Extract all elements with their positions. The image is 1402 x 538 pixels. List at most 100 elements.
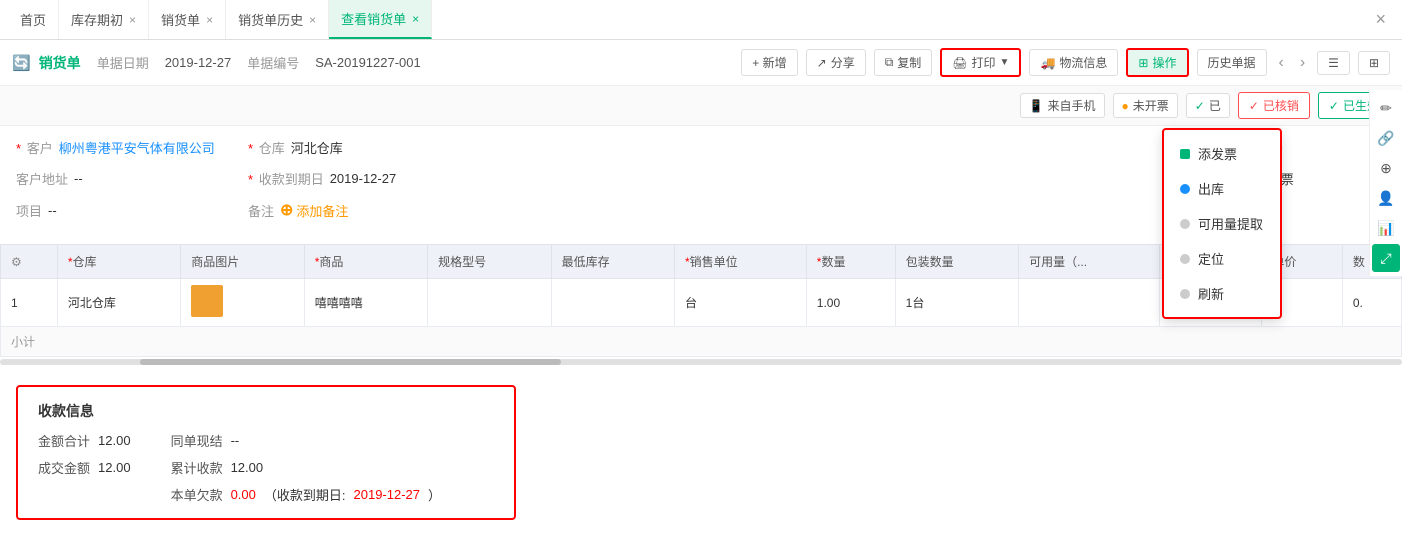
col-available: 可用量（... — [1019, 245, 1160, 279]
due-date: 2019-12-27 — [354, 487, 421, 502]
right-tool-link[interactable]: 🔗 — [1372, 124, 1400, 152]
dropdown-item-available[interactable]: 可用量提取 — [1164, 206, 1280, 241]
from-phone-button[interactable]: 📱 来自手机 — [1020, 93, 1105, 118]
not-opened-button[interactable]: ● 未开票 — [1113, 93, 1178, 118]
payment-box: 收款信息 金额合计 12.00 成交金额 12.00 — [16, 385, 516, 520]
remark-field: 备注 ⊕ 添加备注 — [248, 200, 448, 220]
payment-rows: 金额合计 12.00 成交金额 12.00 同单现结 -- — [38, 431, 494, 504]
dropdown-item-refresh[interactable]: 刷新 — [1164, 276, 1280, 311]
settings-icon[interactable]: ⚙ — [11, 255, 22, 269]
customer-field: * 客户 柳州粤港平安气体有限公司 — [16, 138, 216, 157]
subtotal-label: 小计 — [1, 327, 1402, 357]
cumulative-value: 12.00 — [231, 460, 264, 475]
date-value: 2019-12-27 — [165, 55, 232, 70]
invoice-dot — [1180, 149, 1190, 159]
doc-actions: + 新增 ↗ 分享 ⧉ 复制 🖨 打印 ▼ 🚚 物流信息 — [741, 48, 1390, 77]
row-index: 1 — [1, 279, 58, 327]
logistics-button[interactable]: 🚚 物流信息 — [1029, 49, 1118, 76]
app-container: 首页 库存期初 × 销货单 × 销货单历史 × 查看销货单 × × 🔄 销货单 — [0, 0, 1402, 538]
nav-next[interactable]: › — [1296, 54, 1309, 72]
row-image — [181, 279, 304, 327]
qr-icon: ⊕ — [1380, 160, 1392, 177]
row-warehouse: 河北仓库 — [57, 279, 180, 327]
check-done-button[interactable]: ✓ 已 — [1186, 93, 1230, 118]
logistics-icon: 🚚 — [1040, 56, 1055, 70]
payment-title: 收款信息 — [38, 401, 494, 421]
col-quantity: *数量 — [806, 245, 895, 279]
nav-prev[interactable]: ‹ — [1275, 54, 1288, 72]
operations-button[interactable]: ⊞ 操作 — [1126, 48, 1188, 77]
effective-icon: ✓ — [1329, 99, 1339, 113]
available-dot — [1180, 219, 1190, 229]
list-icon: ☰ — [1328, 56, 1339, 70]
history-button[interactable]: 历史单据 — [1197, 49, 1267, 76]
due-date-value: 2019-12-27 — [330, 171, 397, 186]
scrollbar-thumb[interactable] — [140, 359, 561, 365]
copy-button[interactable]: ⧉ 复制 — [874, 49, 933, 76]
print-button[interactable]: 🖨 打印 ▼ — [940, 48, 1021, 77]
tab-sales-history[interactable]: 销货单历史 × — [226, 0, 329, 39]
add-button[interactable]: + 新增 — [741, 49, 797, 76]
due-note-end: ） — [428, 485, 441, 504]
tab-close-inventory[interactable]: × — [129, 13, 136, 27]
subtotal-row: 小计 — [1, 327, 1402, 357]
check-icon: ✓ — [1195, 99, 1205, 113]
view-list-button[interactable]: ☰ — [1317, 51, 1350, 75]
warehouse-field: * 仓库 河北仓库 — [248, 138, 448, 157]
tab-inventory-init[interactable]: 库存期初 × — [59, 0, 149, 39]
horizontal-scrollbar[interactable] — [0, 359, 1402, 365]
share-button[interactable]: ↗ 分享 — [806, 49, 866, 76]
row-unit: 台 — [675, 279, 807, 327]
data-icon: 📊 — [1377, 220, 1394, 237]
dropdown-item-locate[interactable]: 定位 — [1164, 241, 1280, 276]
right-tool-data[interactable]: 📊 — [1372, 214, 1400, 242]
project-value: -- — [48, 203, 57, 218]
user-icon: 👤 — [1377, 190, 1394, 207]
col-spec: 规格型号 — [428, 245, 551, 279]
ops-icon: ⊞ — [1138, 56, 1148, 70]
add-icon: ⊕ — [280, 200, 293, 220]
payment-col-left: 金额合计 12.00 成交金额 12.00 — [38, 431, 131, 504]
right-tool-edit[interactable]: ✏ — [1372, 94, 1400, 122]
operations-dropdown: 添发票 出库 可用量提取 定位 刷新 — [1162, 128, 1282, 319]
payment-col-right: 同单现结 -- 累计收款 12.00 本单欠款 0.00 （收款到期日: 201… — [171, 431, 441, 504]
date-label: 单据日期 — [97, 53, 149, 72]
tab-close-sales[interactable]: × — [206, 13, 213, 27]
app-close-button[interactable]: × — [1367, 9, 1394, 30]
cancel-icon: ✓ — [1249, 99, 1259, 113]
col-product: *商品 — [304, 245, 427, 279]
right-tool-expand[interactable]: ⤢ — [1372, 244, 1400, 272]
link-icon: 🔗 — [1377, 130, 1394, 147]
tab-bar: 首页 库存期初 × 销货单 × 销货单历史 × 查看销货单 × × — [0, 0, 1402, 40]
row-available — [1019, 279, 1160, 327]
add-remark-button[interactable]: ⊕ 添加备注 — [280, 200, 348, 220]
col-pack-qty: 包装数量 — [895, 245, 1018, 279]
tab-view-sales[interactable]: 查看销货单 × — [329, 0, 432, 39]
copy-icon: ⧉ — [885, 55, 894, 70]
warehouse-value: 河北仓库 — [291, 138, 343, 157]
share-icon: ↗ — [817, 56, 827, 70]
dropdown-item-invoice[interactable]: 添发票 — [1164, 136, 1280, 171]
amount-total-value: 12.00 — [98, 433, 131, 448]
cancel-status-button[interactable]: ✓ 已核销 — [1238, 92, 1310, 119]
row-quantity: 1.00 — [806, 279, 895, 327]
doc-toolbar2: 📱 来自手机 ● 未开票 ✓ 已 ✓ 已核销 ✓ 已生效 — [0, 86, 1402, 126]
due-date-field: * 收款到期日 2019-12-27 — [248, 169, 448, 188]
tab-sales-order[interactable]: 销货单 × — [149, 0, 226, 39]
tab-close-history[interactable]: × — [309, 13, 316, 27]
row-min-stock — [551, 279, 674, 327]
due-note: （收款到期日: — [264, 485, 346, 504]
number-value: SA-20191227-001 — [315, 55, 421, 70]
project-field: 项目 -- — [16, 201, 216, 220]
tab-close-view[interactable]: × — [412, 12, 419, 26]
right-tool-user[interactable]: 👤 — [1372, 184, 1400, 212]
cumulative-item: 累计收款 12.00 — [171, 458, 441, 477]
doc-meta: 单据日期 2019-12-27 单据编号 SA-20191227-001 — [97, 53, 421, 72]
refresh-dot — [1180, 289, 1190, 299]
customer-value[interactable]: 柳州粤港平安气体有限公司 — [59, 138, 215, 157]
dropdown-item-outbound[interactable]: 出库 — [1164, 171, 1280, 206]
tab-home[interactable]: 首页 — [8, 0, 59, 39]
right-tool-qr[interactable]: ⊕ — [1372, 154, 1400, 182]
view-grid-button[interactable]: ⊞ — [1358, 51, 1390, 75]
row-pack-qty: 1台 — [895, 279, 1018, 327]
